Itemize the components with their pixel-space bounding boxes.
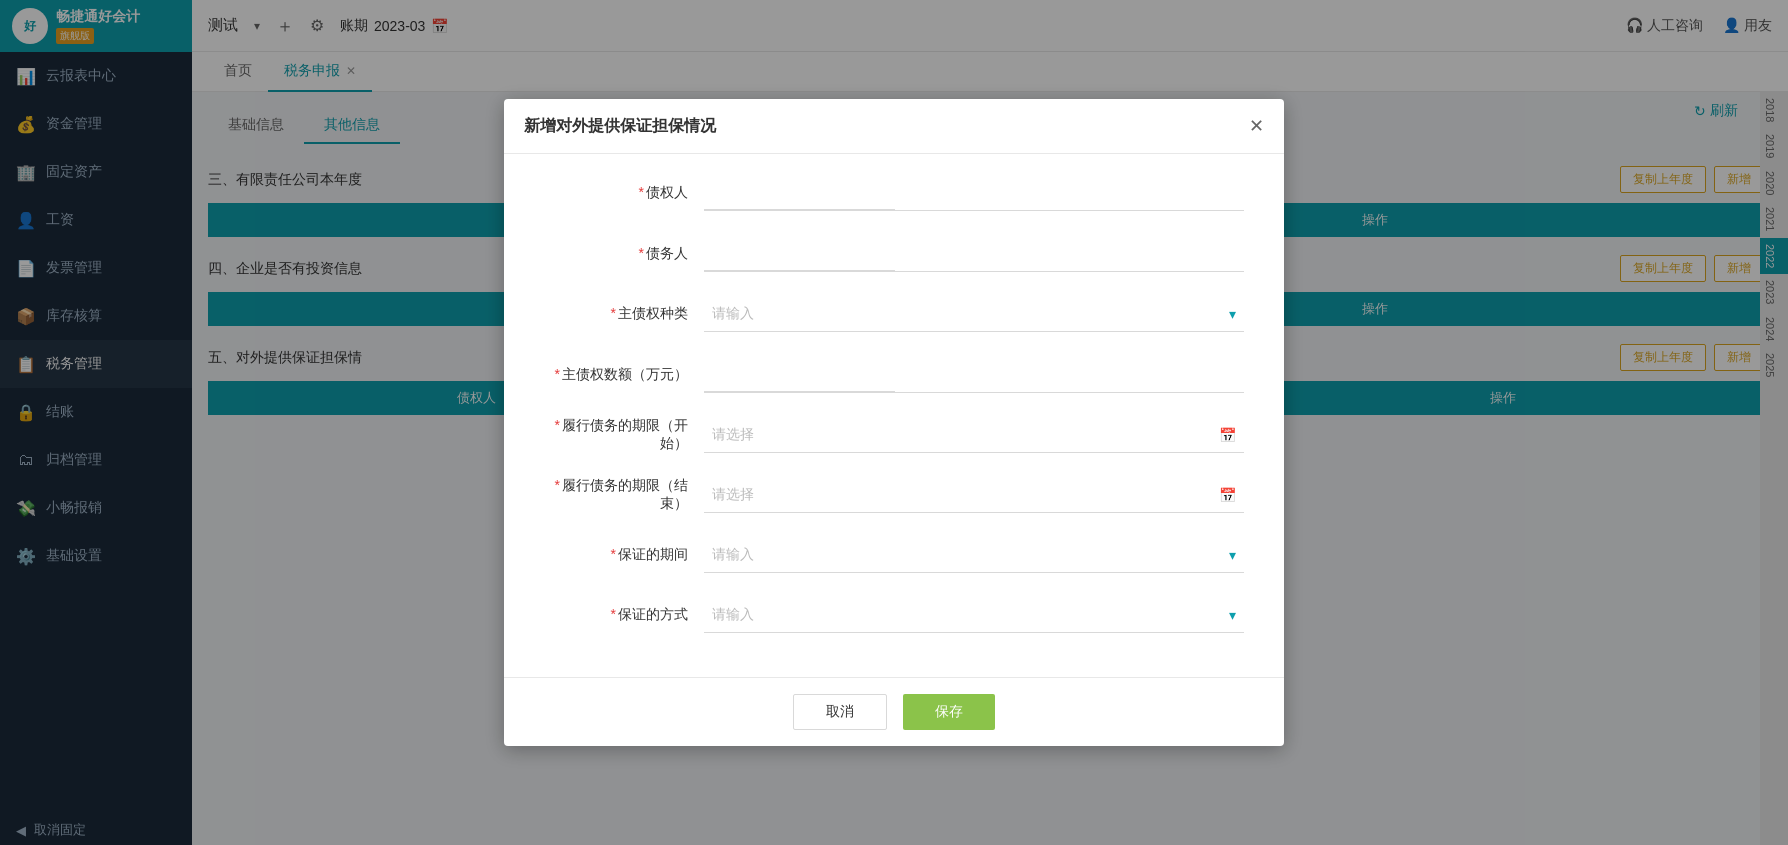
form-row-guarantee-method: *保证的方式 请输入 ▾	[544, 597, 1244, 633]
form-row-guarantee-period: *保证的期间 请输入 ▾	[544, 537, 1244, 573]
dialog: 新增对外提供保证担保情况 ✕ *债权人 *债务人	[504, 99, 1284, 746]
debt-amount-label: *主债权数额（万元）	[544, 366, 704, 384]
dialog-close-button[interactable]: ✕	[1249, 115, 1264, 137]
form-row-creditor: *债权人	[544, 174, 1244, 211]
dialog-footer: 取消 保存	[504, 677, 1284, 746]
debt-type-select[interactable]: 请输入 ▾	[704, 296, 1244, 332]
period-end-label: *履行债务的期限（结束）	[544, 477, 704, 513]
period-start-datepicker[interactable]: 请选择 📅	[704, 417, 1244, 453]
guarantee-period-select[interactable]: 请输入 ▾	[704, 537, 1244, 573]
guarantee-method-select[interactable]: 请输入 ▾	[704, 597, 1244, 633]
period-start-calendar-icon: 📅	[1219, 427, 1236, 443]
form-row-debt-amount: *主债权数额（万元）	[544, 356, 1244, 393]
guarantee-method-dropdown-icon: ▾	[1229, 607, 1236, 623]
dialog-body: *债权人 *债务人 *主债权种类	[504, 154, 1284, 677]
debt-amount-input[interactable]	[704, 356, 895, 392]
creditor-input[interactable]	[704, 174, 895, 210]
debt-type-label: *主债权种类	[544, 305, 704, 323]
period-start-label: *履行债务的期限（开始）	[544, 417, 704, 453]
save-button[interactable]: 保存	[903, 694, 995, 730]
dialog-title: 新增对外提供保证担保情况	[524, 116, 716, 137]
creditor-label: *债权人	[544, 184, 704, 202]
debtor-label: *债务人	[544, 245, 704, 263]
form-row-period-end: *履行债务的期限（结束） 请选择 📅	[544, 477, 1244, 513]
form-row-debtor: *债务人	[544, 235, 1244, 272]
modal-overlay: 新增对外提供保证担保情况 ✕ *债权人 *债务人	[0, 0, 1788, 845]
period-end-calendar-icon: 📅	[1219, 487, 1236, 503]
form-row-debt-type: *主债权种类 请输入 ▾	[544, 296, 1244, 332]
debt-type-dropdown-icon: ▾	[1229, 306, 1236, 322]
form-row-period-start: *履行债务的期限（开始） 请选择 📅	[544, 417, 1244, 453]
guarantee-period-dropdown-icon: ▾	[1229, 547, 1236, 563]
guarantee-period-label: *保证的期间	[544, 546, 704, 564]
guarantee-method-label: *保证的方式	[544, 606, 704, 624]
cancel-button[interactable]: 取消	[793, 694, 887, 730]
period-end-datepicker[interactable]: 请选择 📅	[704, 477, 1244, 513]
dialog-header: 新增对外提供保证担保情况 ✕	[504, 99, 1284, 154]
debtor-input[interactable]	[704, 235, 895, 271]
